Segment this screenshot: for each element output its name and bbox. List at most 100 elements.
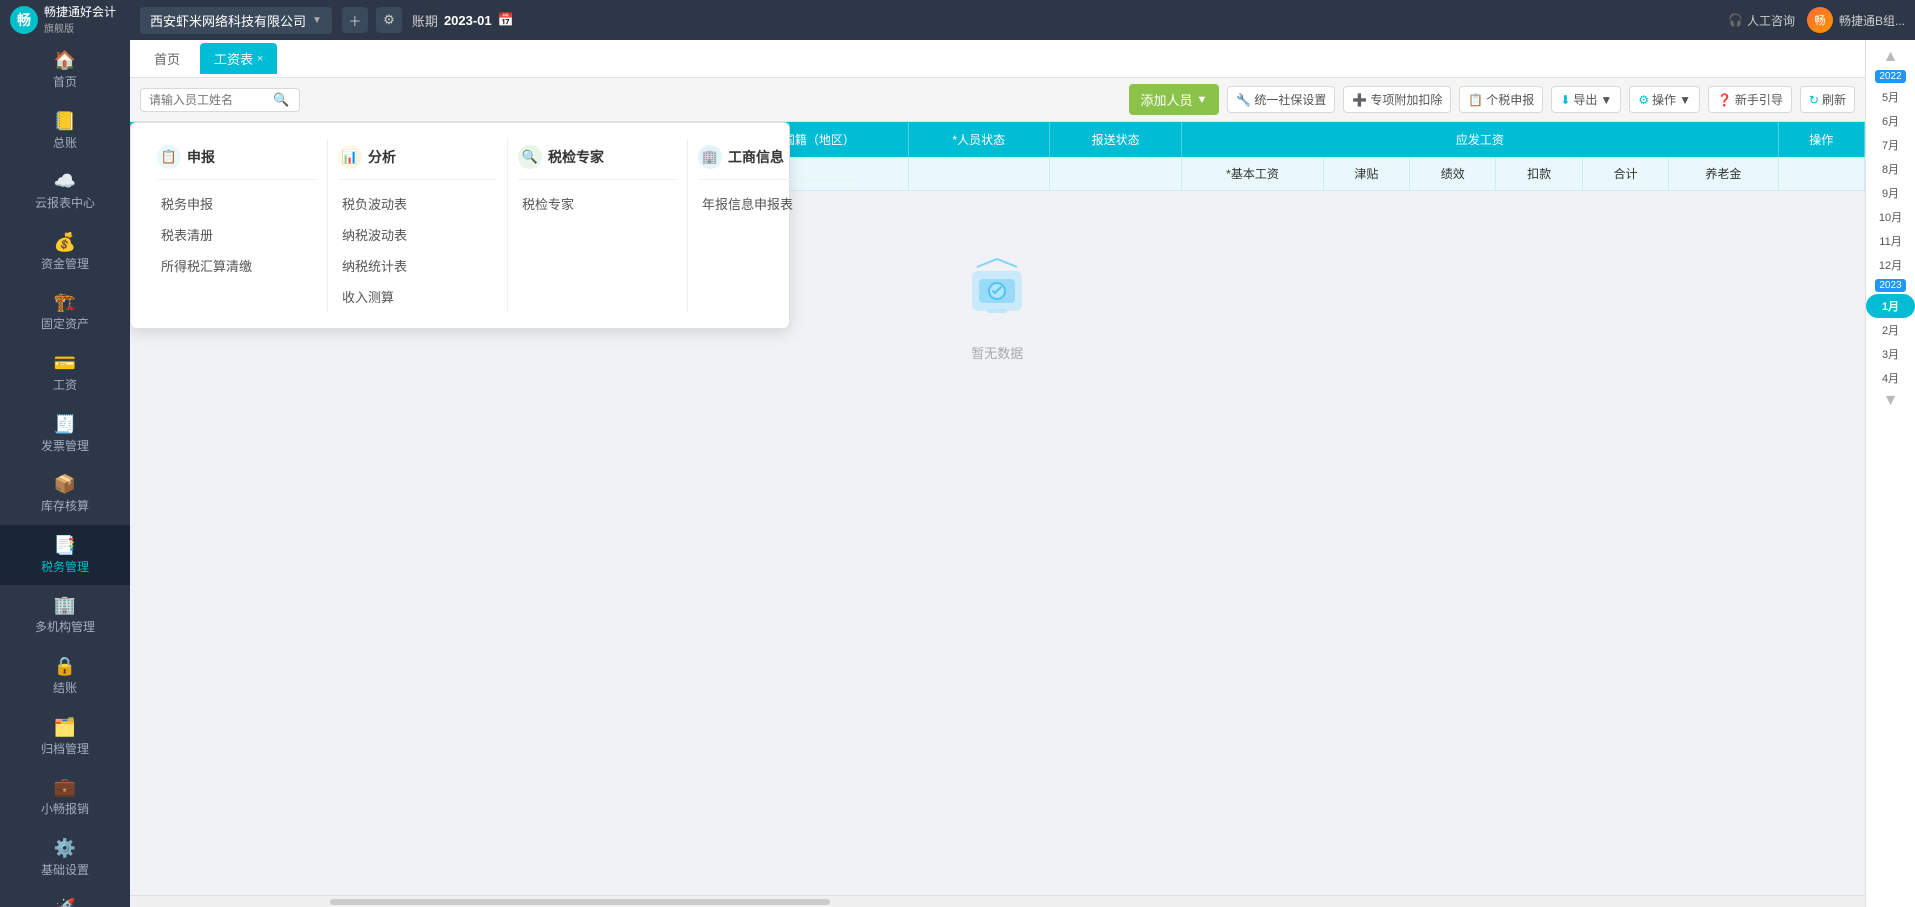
timeline-month-1-active[interactable]: 1月 xyxy=(1866,294,1915,318)
timeline-month-8[interactable]: 8月 xyxy=(1866,157,1915,181)
sidebar-item-label: 多机构管理 xyxy=(35,620,95,636)
menu-section-declaration: 📋 申报 税务申报 税表清册 所得税汇算清缴 xyxy=(147,139,327,312)
sidebar-item-tax[interactable]: 📑 税务管理 xyxy=(0,525,130,586)
sidebar-item-close[interactable]: 🔒 结账 xyxy=(0,646,130,707)
special-deduction-label: 专项附加扣除 xyxy=(1370,91,1442,108)
operate-icon: ⚙ xyxy=(1638,93,1649,107)
menu-item-annual-report[interactable]: 年报信息申报表 xyxy=(698,188,857,219)
right-timeline: ▲ 2022 5月 6月 7月 8月 9月 10月 11月 12月 2023 1… xyxy=(1865,40,1915,907)
menu-item-income-estimate[interactable]: 收入测算 xyxy=(338,281,497,312)
sidebar-item-multi-org[interactable]: 🏢 多机构管理 xyxy=(0,585,130,646)
timeline-next-btn[interactable]: ▼ xyxy=(1881,390,1901,412)
sidebar-item-ledger[interactable]: 📒 总账 xyxy=(0,101,130,162)
export-icon: ⬇ xyxy=(1560,93,1570,107)
inventory-icon: 📦 xyxy=(54,474,76,495)
sidebar-item-fixed-assets[interactable]: 🏗️ 固定资产 xyxy=(0,282,130,343)
operate-btn[interactable]: ⚙ 操作 ▼ xyxy=(1629,86,1700,113)
logo-area: 畅 畅捷通好会计 旗舰版 xyxy=(10,5,140,34)
tab-home-label: 首页 xyxy=(154,49,180,68)
sidebar-item-basic-settings[interactable]: ⚙️ 基础设置 xyxy=(0,828,130,889)
sidebar-item-label: 发票管理 xyxy=(41,439,89,455)
service-btn[interactable]: 🎧 人工咨询 xyxy=(1728,12,1795,29)
refresh-btn[interactable]: ↻ 刷新 xyxy=(1800,86,1855,113)
org-icon: 🏢 xyxy=(54,595,76,616)
th-allowance: 津贴 xyxy=(1323,157,1409,191)
th-wage-group: 应发工资 xyxy=(1182,122,1778,157)
menu-item-tax-stats[interactable]: 纳税统计表 xyxy=(338,250,497,281)
table-container: 工号 *姓名 *部门 *证据类型 *证据号码 国籍（地区） *人员状态 报送状态… xyxy=(130,122,1865,895)
user-name: 畅捷通B组... xyxy=(1839,12,1905,29)
service-label: 人工咨询 xyxy=(1747,12,1795,29)
menu-item-income-tax-final[interactable]: 所得税汇算清缴 xyxy=(157,250,317,281)
timeline-month-6[interactable]: 6月 xyxy=(1866,109,1915,133)
sidebar-item-cloud-report[interactable]: ☁️ 云报表中心 xyxy=(0,161,130,222)
menu-item-tax-burden[interactable]: 税负波动表 xyxy=(338,188,497,219)
export-btn[interactable]: ⬇ 导出 ▼ xyxy=(1551,86,1621,113)
settings-btn[interactable]: ⚙ xyxy=(376,7,402,33)
menu-section-analysis: 📊 分析 税负波动表 纳税波动表 纳税统计表 收入测算 xyxy=(327,139,507,312)
add-person-btn[interactable]: 添加人员 ▼ xyxy=(1129,84,1220,115)
top-header: 畅 畅捷通好会计 旗舰版 西安虾米网络科技有限公司 ▼ ＋ ⚙ 账期 2023-… xyxy=(0,0,1915,40)
sidebar-item-funds[interactable]: 💰 资金管理 xyxy=(0,222,130,283)
home-icon: 🏠 xyxy=(54,50,76,71)
menu-item-tax-declaration[interactable]: 税务申报 xyxy=(157,188,317,219)
menu-item-tax-expert[interactable]: 税检专家 xyxy=(518,188,677,219)
analysis-icon: 📊 xyxy=(338,145,362,169)
sidebar-item-archive[interactable]: 🗂️ 归档管理 xyxy=(0,707,130,768)
sidebar-item-label: 总账 xyxy=(53,136,77,152)
period-value: 2023-01 xyxy=(444,13,492,28)
sidebar-item-invoice[interactable]: 🧾 发票管理 xyxy=(0,404,130,465)
tab-close-btn[interactable]: × xyxy=(257,53,263,65)
no-data-icon xyxy=(957,251,1037,331)
calendar-icon[interactable]: 📅 xyxy=(498,12,514,28)
search-input[interactable] xyxy=(149,93,269,107)
special-deduction-btn[interactable]: ➕ 专项附加扣除 xyxy=(1343,86,1451,113)
no-data-text: 暂无数据 xyxy=(971,343,1023,362)
timeline-month-11[interactable]: 11月 xyxy=(1866,229,1915,253)
refresh-label: 刷新 xyxy=(1822,91,1846,108)
menu-section-tax-expert-title: 🔍 税检专家 xyxy=(518,139,677,180)
logo-icon: 畅 xyxy=(10,6,38,34)
tax-return-icon: 📋 xyxy=(1468,93,1483,107)
social-insurance-btn[interactable]: 🔧 统一社保设置 xyxy=(1227,86,1335,113)
sidebar-item-label: 归档管理 xyxy=(41,742,89,758)
timeline-month-2[interactable]: 2月 xyxy=(1866,318,1915,342)
sidebar-item-guide[interactable]: 🚀 新手引导 xyxy=(0,888,130,907)
sidebar-item-label: 云报表中心 xyxy=(35,196,95,212)
scrollbar-thumb[interactable] xyxy=(330,899,830,905)
guide-btn[interactable]: ❓ 新手引导 xyxy=(1708,86,1792,113)
timeline-month-4[interactable]: 4月 xyxy=(1866,366,1915,390)
timeline-month-3[interactable]: 3月 xyxy=(1866,342,1915,366)
app-title: 畅捷通好会计 xyxy=(44,5,116,19)
user-area[interactable]: 畅 畅捷通B组... xyxy=(1807,7,1905,33)
social-insurance-label: 统一社保设置 xyxy=(1254,91,1326,108)
close-period-icon: 🔒 xyxy=(54,656,76,677)
add-company-btn[interactable]: ＋ xyxy=(342,7,368,33)
sidebar-item-label: 基础设置 xyxy=(41,863,89,879)
tab-home[interactable]: 首页 xyxy=(140,43,194,74)
menu-item-tax-clearance[interactable]: 税表清册 xyxy=(157,219,317,250)
sidebar-item-inventory[interactable]: 📦 库存核算 xyxy=(0,464,130,525)
menu-item-tax-fluctuation[interactable]: 纳税波动表 xyxy=(338,219,497,250)
th-total: 合计 xyxy=(1582,157,1668,191)
menu-section-business-info: 🏢 工商信息 年报信息申报表 xyxy=(687,139,867,312)
tax-return-btn[interactable]: 📋 个税申报 xyxy=(1459,86,1543,113)
timeline-prev-btn[interactable]: ▲ xyxy=(1881,46,1901,68)
sidebar-item-salary[interactable]: 💳 工资 xyxy=(0,343,130,404)
search-wrap: 🔍 xyxy=(140,88,300,112)
timeline-month-10[interactable]: 10月 xyxy=(1866,205,1915,229)
avatar: 畅 xyxy=(1807,7,1833,33)
timeline-month-9[interactable]: 9月 xyxy=(1866,181,1915,205)
sidebar-item-home[interactable]: 🏠 首页 xyxy=(0,40,130,101)
company-selector[interactable]: 西安虾米网络科技有限公司 ▼ xyxy=(140,7,332,34)
tab-salary-sheet[interactable]: 工资表 × xyxy=(200,43,277,74)
expense-icon: 💼 xyxy=(54,777,76,798)
cloud-icon: ☁️ xyxy=(54,171,76,192)
sidebar-item-expense[interactable]: 💼 小畅报销 xyxy=(0,767,130,828)
export-arrow: ▼ xyxy=(1600,93,1612,107)
timeline-month-5[interactable]: 5月 xyxy=(1866,85,1915,109)
add-person-label: 添加人员 xyxy=(1141,90,1193,109)
timeline-month-7[interactable]: 7月 xyxy=(1866,133,1915,157)
period-area: 账期 2023-01 📅 xyxy=(412,11,514,30)
timeline-month-12[interactable]: 12月 xyxy=(1866,253,1915,277)
